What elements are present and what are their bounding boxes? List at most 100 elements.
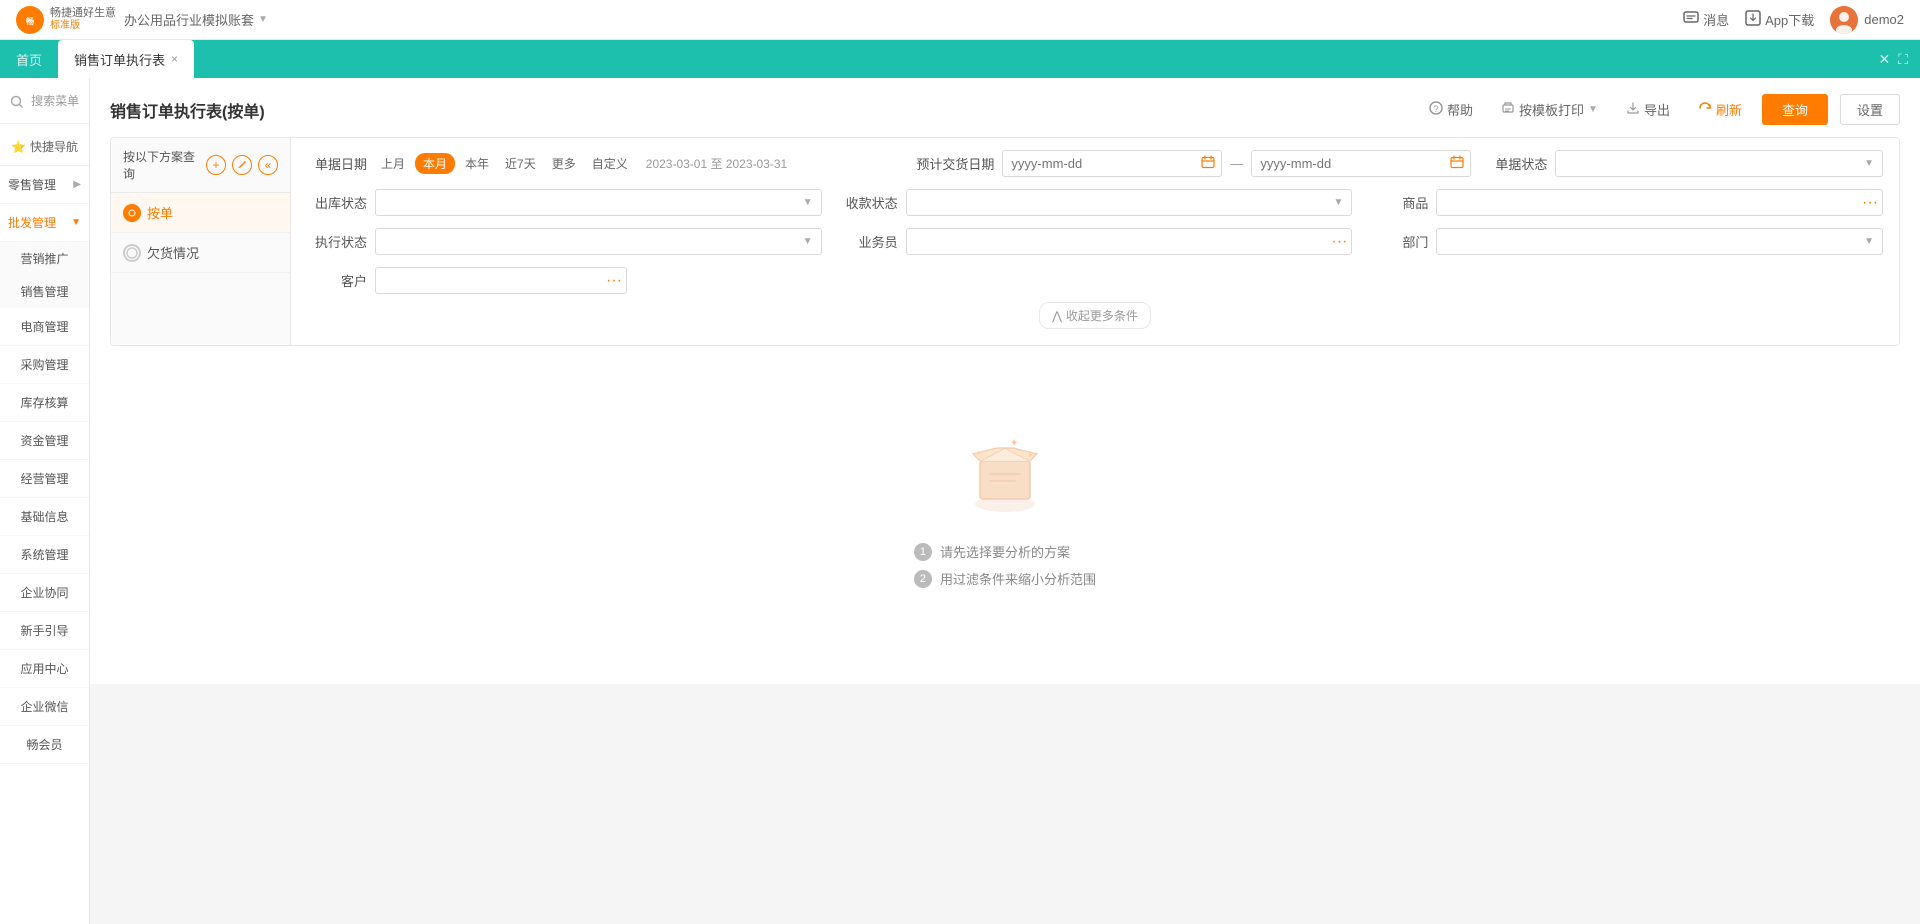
last-month-btn[interactable]: 上月: [375, 153, 411, 174]
status-chevron-icon: ▼: [1856, 158, 1882, 169]
this-year-btn[interactable]: 本年: [459, 153, 495, 174]
delivery-start-input[interactable]: [1003, 151, 1195, 176]
collection-input[interactable]: [907, 190, 1326, 215]
custom-date-btn[interactable]: 自定义: [586, 153, 634, 174]
export-button[interactable]: 导出: [1618, 96, 1678, 123]
outbound-input[interactable]: [376, 190, 795, 215]
date-separator: —: [1230, 156, 1243, 171]
salesperson-label: 业务员: [838, 232, 898, 251]
help-button[interactable]: ? 帮助: [1421, 96, 1481, 123]
sidebar-item-marketing[interactable]: 营销推广: [0, 242, 89, 275]
doc-status-input[interactable]: [1556, 151, 1856, 176]
sidebar-item-app-center[interactable]: 应用中心: [0, 650, 89, 688]
scheme-item-by-order[interactable]: 按单: [111, 193, 290, 233]
date-range-text: 2023-03-01 至 2023-03-31: [646, 155, 787, 172]
collapse-button[interactable]: ⋀ 收起更多条件: [1039, 302, 1151, 329]
sidebar-item-wechat[interactable]: 企业微信: [0, 688, 89, 726]
sidebar-item-system[interactable]: 系统管理: [0, 536, 89, 574]
sidebar-item-ecommerce[interactable]: 电商管理: [0, 308, 89, 346]
scheme-item-shortage[interactable]: 欠货情况: [111, 233, 290, 273]
scheme-header: 按以下方案查询 + «: [111, 138, 290, 193]
sidebar-item-purchase[interactable]: 采购管理: [0, 346, 89, 384]
download-action[interactable]: App下载: [1745, 10, 1814, 29]
salesperson-input-group[interactable]: ···: [906, 228, 1353, 255]
header-right: 消息 App下载 demo2: [1683, 6, 1904, 34]
sidebar-item-operations[interactable]: 经营管理: [0, 460, 89, 498]
outbound-group: 出库状态 ▼: [307, 189, 822, 216]
tab-sales-order[interactable]: 销售订单执行表 ×: [58, 40, 194, 78]
maximize-icon[interactable]: ⛶: [1898, 51, 1908, 68]
department-label: 部门: [1368, 232, 1428, 251]
salesperson-more-icon[interactable]: ···: [1327, 233, 1351, 251]
message-action[interactable]: 消息: [1683, 10, 1729, 29]
sidebar-search-btn[interactable]: 搜索菜单: [8, 88, 81, 113]
doc-status-select[interactable]: ▼: [1555, 150, 1883, 177]
delivery-date-start[interactable]: [1002, 150, 1222, 177]
refresh-button[interactable]: 刷新: [1690, 96, 1750, 123]
outbound-select[interactable]: ▼: [375, 189, 822, 216]
scheme-inactive-circle: [123, 244, 141, 262]
product-input-group[interactable]: ···: [1436, 189, 1883, 216]
tab-close-icon[interactable]: ×: [171, 52, 178, 66]
more-dates-btn[interactable]: 更多: [546, 153, 582, 174]
department-select[interactable]: ▼: [1436, 228, 1883, 255]
settings-button[interactable]: 设置: [1840, 94, 1900, 125]
top-header: 畅 畅捷通好生意 标准版 办公用品行业模拟账套 ▼ 消息: [0, 0, 1920, 40]
filter-row-3: 执行状态 ▼ 业务员 ···: [307, 228, 1883, 255]
calendar-end-icon: [1444, 155, 1470, 172]
empty-tips: 1 请先选择要分析的方案 2 用过滤条件来缩小分析范围: [914, 542, 1096, 588]
sidebar-item-retail[interactable]: 零售管理 ▶: [0, 166, 89, 204]
filter-right: 单据日期 上月 本月 本年 近7天 更多 自定义 2023-03-01 至 20…: [291, 138, 1899, 345]
export-icon: [1626, 101, 1640, 118]
delivery-date-end[interactable]: [1251, 150, 1471, 177]
edit-scheme-button[interactable]: [232, 155, 252, 175]
company-selector[interactable]: 办公用品行业模拟账套 ▼: [124, 10, 268, 29]
execution-select[interactable]: ▼: [375, 228, 822, 255]
customer-input[interactable]: [376, 268, 602, 293]
sidebar-quick-nav-item[interactable]: ⭐ 快捷导航: [0, 132, 89, 161]
logo-icon: 畅: [16, 6, 44, 34]
collapse-row: ⋀ 收起更多条件: [307, 294, 1883, 333]
sidebar-item-basic-info[interactable]: 基础信息: [0, 498, 89, 536]
doc-status-label: 单据状态: [1487, 154, 1547, 173]
last-7-days-btn[interactable]: 近7天: [499, 153, 542, 174]
user-avatar-action[interactable]: demo2: [1830, 6, 1904, 34]
search-button[interactable]: 查询: [1762, 94, 1828, 125]
date-filter-label: 单据日期: [307, 154, 367, 173]
this-month-btn[interactable]: 本月: [415, 153, 455, 174]
page-title-row: 销售订单执行表(按单) ? 帮助: [110, 94, 1900, 125]
sidebar-item-onboarding[interactable]: 新手引导: [0, 612, 89, 650]
sidebar-item-finance[interactable]: 资金管理: [0, 422, 89, 460]
delivery-end-input[interactable]: [1252, 151, 1444, 176]
outbound-label: 出库状态: [307, 193, 367, 212]
tab-bar: 首页 销售订单执行表 × ✕ ⛶: [0, 40, 1920, 78]
collection-select[interactable]: ▼: [906, 189, 1353, 216]
avatar: [1830, 6, 1858, 34]
svg-text:✦: ✦: [1027, 451, 1034, 460]
svg-text:畅: 畅: [26, 16, 34, 26]
sidebar-item-enterprise-collab[interactable]: 企业协同: [0, 574, 89, 612]
product-input[interactable]: [1437, 190, 1858, 215]
product-more-icon[interactable]: ···: [1858, 194, 1882, 212]
sidebar-item-wholesale[interactable]: 批发管理 ▼: [0, 204, 89, 242]
salesperson-input[interactable]: [907, 229, 1328, 254]
expected-delivery-label: 预计交货日期: [916, 154, 994, 173]
customer-input-group[interactable]: ···: [375, 267, 627, 294]
sidebar-search-area: 搜索菜单: [0, 78, 89, 124]
close-window-icon[interactable]: ✕: [1878, 51, 1890, 68]
calendar-icon: [1195, 155, 1221, 172]
print-button[interactable]: 按模板打印 ▼: [1493, 96, 1606, 123]
star-icon: ⭐: [11, 140, 26, 154]
sidebar-item-sales[interactable]: 销售管理: [0, 275, 89, 308]
page-content: 销售订单执行表(按单) ? 帮助: [90, 78, 1920, 924]
department-input[interactable]: [1437, 229, 1856, 254]
add-scheme-button[interactable]: +: [206, 155, 226, 175]
product-label: 商品: [1368, 193, 1428, 212]
sidebar-item-vip[interactable]: 畅会员: [0, 726, 89, 764]
collection-label: 收款状态: [838, 193, 898, 212]
tab-home[interactable]: 首页: [0, 40, 58, 78]
customer-more-icon[interactable]: ···: [602, 272, 626, 290]
execution-input[interactable]: [376, 229, 795, 254]
collapse-scheme-button[interactable]: «: [258, 155, 278, 175]
sidebar-item-inventory[interactable]: 库存核算: [0, 384, 89, 422]
